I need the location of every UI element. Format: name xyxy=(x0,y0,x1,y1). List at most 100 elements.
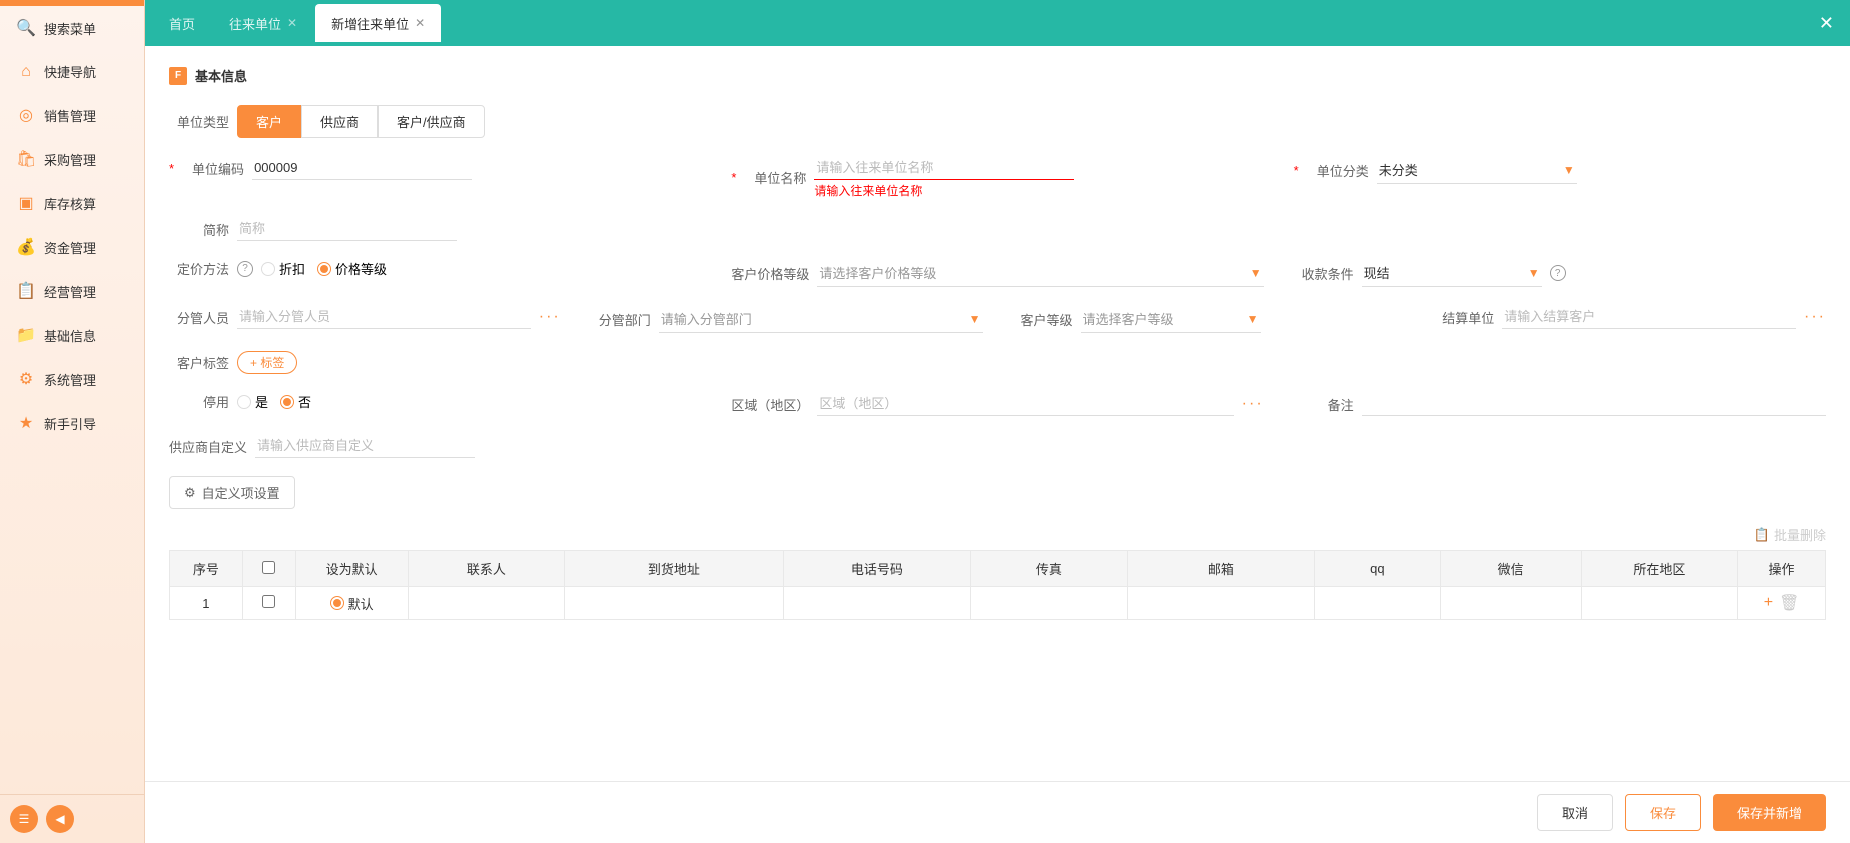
disabled-yes-option[interactable]: 是 xyxy=(237,392,268,411)
section-header: F 基本信息 xyxy=(169,66,1826,85)
pricing-level-dot xyxy=(320,265,328,273)
sidebar-quick-nav-label: 快捷导航 xyxy=(44,62,96,81)
custom-settings-label: 自定义项设置 xyxy=(202,483,280,502)
unit-name-input[interactable] xyxy=(814,156,1074,180)
supplier-custom-input[interactable] xyxy=(255,434,475,458)
sidebar-finance-label: 资金管理 xyxy=(44,238,96,257)
customer-level-chevron: ▼ xyxy=(1247,312,1259,326)
row-default-label: 默认 xyxy=(348,594,374,613)
guide-icon: ★ xyxy=(16,413,36,433)
manager-row: 分管人员 ··· 分管部门 请输入分管部门 ▼ 客户等级 请选择客户等级 ▼ 结… xyxy=(169,305,1826,333)
manager-input[interactable] xyxy=(237,305,531,329)
col-address: 到货地址 xyxy=(565,551,783,587)
tab-new-partner[interactable]: 新增往来单位 ✕ xyxy=(315,4,441,42)
customer-price-level-field: 客户价格等级 请选择客户价格等级 ▼ xyxy=(731,259,1263,287)
finance-icon: 💰 xyxy=(16,237,36,257)
basic-info-icon: 📁 xyxy=(16,325,36,345)
custom-settings-btn[interactable]: ⚙ 自定义项设置 xyxy=(169,476,295,509)
table-select-all[interactable] xyxy=(262,561,275,574)
row-wechat-input[interactable] xyxy=(1476,596,1546,611)
tab-partner-label: 往来单位 xyxy=(229,14,281,33)
tab-partner-close[interactable]: ✕ xyxy=(287,16,297,30)
sidebar-item-sales[interactable]: ◎ 销售管理 xyxy=(0,93,144,137)
customer-level-label: 客户等级 xyxy=(1013,310,1073,329)
pricing-level-option[interactable]: 价格等级 xyxy=(317,259,387,278)
customer-level-select[interactable]: 请选择客户等级 ▼ xyxy=(1081,305,1261,333)
settlement-dots-btn[interactable]: ··· xyxy=(1804,308,1826,326)
add-tag-btn[interactable]: + 标签 xyxy=(237,351,297,374)
type-btn-supplier[interactable]: 供应商 xyxy=(301,105,378,138)
sidebar-item-finance[interactable]: 💰 资金管理 xyxy=(0,225,144,269)
unit-code-input[interactable] xyxy=(252,156,472,180)
row-add-btn[interactable]: + xyxy=(1764,593,1773,613)
cancel-button[interactable]: 取消 xyxy=(1537,794,1613,831)
sidebar-item-purchase[interactable]: 🛍 采购管理 xyxy=(0,137,144,181)
type-btn-both[interactable]: 客户/供应商 xyxy=(378,105,485,138)
disabled-no-label: 否 xyxy=(298,392,311,411)
type-buttons: 客户 供应商 客户/供应商 xyxy=(237,105,485,138)
row-contact-input[interactable] xyxy=(446,596,526,611)
type-btn-customer[interactable]: 客户 xyxy=(237,105,301,138)
row-contact xyxy=(408,587,565,620)
sidebar-bottom-btn-2[interactable]: ◀ xyxy=(46,805,74,833)
sidebar-search[interactable]: 🔍 搜索菜单 xyxy=(0,6,144,50)
supplier-custom-field: 供应商自定义 xyxy=(169,434,1826,458)
region-dots-btn[interactable]: ··· xyxy=(1242,395,1264,413)
col-qq: qq xyxy=(1315,551,1441,587)
sidebar-item-quick-nav[interactable]: ⌂ 快捷导航 xyxy=(0,50,144,93)
batch-delete-icon: 📋 xyxy=(1754,527,1770,543)
sidebar-bottom-btn-1[interactable]: ☰ xyxy=(10,805,38,833)
sidebar-sales-label: 销售管理 xyxy=(44,106,96,125)
unit-category-select[interactable]: 未分类 ▼ xyxy=(1377,156,1577,184)
payment-terms-question-icon[interactable]: ? xyxy=(1550,265,1566,281)
sidebar-item-operations[interactable]: 📋 经营管理 xyxy=(0,269,144,313)
row-address-input[interactable] xyxy=(614,596,734,611)
pricing-label: 定价方法 xyxy=(169,259,229,278)
row-check[interactable] xyxy=(262,595,275,608)
settlement-input[interactable] xyxy=(1502,305,1796,329)
tab-partner[interactable]: 往来单位 ✕ xyxy=(213,4,313,42)
batch-delete-label[interactable]: 批量删除 xyxy=(1774,525,1826,544)
row-email-input[interactable] xyxy=(1171,596,1271,611)
sidebar-item-guide[interactable]: ★ 新手引导 xyxy=(0,401,144,445)
tab-new-partner-close[interactable]: ✕ xyxy=(415,16,425,30)
tab-bar-close-btn[interactable]: ✕ xyxy=(1811,9,1842,38)
pricing-question-icon[interactable]: ? xyxy=(237,261,253,277)
pricing-discount-option[interactable]: 折扣 xyxy=(261,259,305,278)
customer-tag-row: 客户标签 + 标签 xyxy=(169,351,1826,374)
main-content: F 基本信息 单位类型 客户 供应商 客户/供应商 * 单位编码 * xyxy=(145,46,1850,781)
row-qq-input[interactable] xyxy=(1347,596,1407,611)
row-fax-input[interactable] xyxy=(1009,596,1089,611)
customer-price-placeholder: 请选择客户价格等级 xyxy=(819,263,936,282)
tab-home[interactable]: 首页 xyxy=(153,4,211,42)
notes-input[interactable] xyxy=(1362,392,1826,416)
sidebar-item-basic-info[interactable]: 📁 基础信息 xyxy=(0,313,144,357)
abbr-input[interactable] xyxy=(237,217,457,241)
disabled-yes-radio xyxy=(237,395,251,409)
row-email xyxy=(1127,587,1314,620)
unit-name-required: * xyxy=(731,170,736,185)
col-wechat: 微信 xyxy=(1440,551,1581,587)
tab-new-partner-label: 新增往来单位 xyxy=(331,14,409,33)
department-select[interactable]: 请输入分管部门 ▼ xyxy=(659,305,983,333)
customer-price-level-label: 客户价格等级 xyxy=(731,264,809,283)
settlement-label: 结算单位 xyxy=(1434,308,1494,327)
purchase-icon: 🛍 xyxy=(16,149,36,169)
disabled-no-radio xyxy=(280,395,294,409)
sidebar-item-inventory[interactable]: ▣ 库存核算 xyxy=(0,181,144,225)
save-add-button[interactable]: 保存并新增 xyxy=(1713,794,1826,831)
payment-terms-select[interactable]: 现结 ▼ xyxy=(1362,259,1542,287)
manager-dots-btn[interactable]: ··· xyxy=(539,308,561,326)
save-button[interactable]: 保存 xyxy=(1625,794,1701,831)
row-default-radio xyxy=(330,596,344,610)
row-default-radio-item[interactable]: 默认 xyxy=(306,594,398,613)
region-input[interactable] xyxy=(817,392,1233,416)
unit-code-required: * xyxy=(169,161,174,176)
sidebar-item-system[interactable]: ⚙ 系统管理 xyxy=(0,357,144,401)
disabled-no-option[interactable]: 否 xyxy=(280,392,311,411)
row-del-btn[interactable]: 🗑 xyxy=(1779,593,1799,613)
unit-name-wrapper: 请输入往来单位名称 xyxy=(814,156,1263,199)
customer-price-level-select[interactable]: 请选择客户价格等级 ▼ xyxy=(817,259,1263,287)
row-region-input[interactable] xyxy=(1619,596,1699,611)
row-phone-input[interactable] xyxy=(827,596,927,611)
